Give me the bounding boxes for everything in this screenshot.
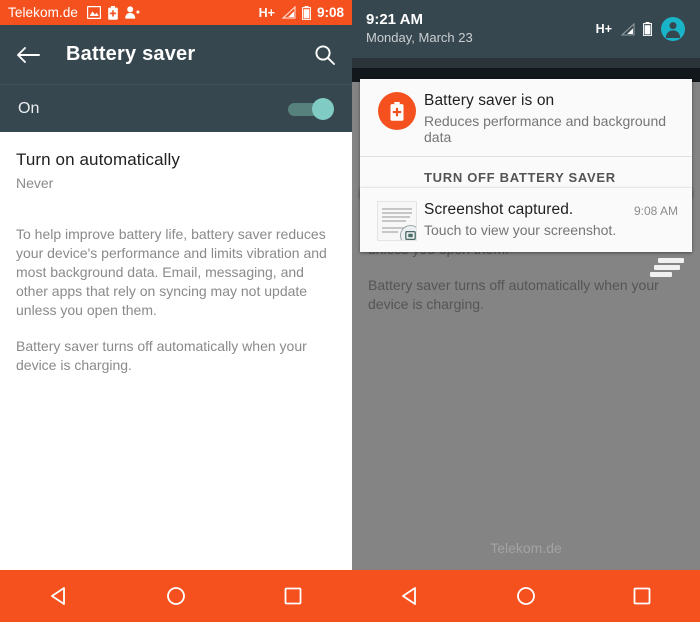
battery-saver-icon: [108, 5, 118, 20]
battery-saver-switch-row[interactable]: On: [0, 84, 352, 132]
nav-recents-icon[interactable]: [269, 572, 317, 620]
navigation-bar: [352, 570, 700, 622]
nav-home-icon[interactable]: [502, 572, 550, 620]
notification-body[interactable]: Screenshot captured. Touch to view your …: [360, 188, 692, 252]
clock-label: 9:08: [316, 5, 344, 20]
left-phone-panel: Telekom.de H+ 9:08 Battery saver On Turn…: [0, 0, 352, 622]
navigation-bar: [0, 570, 352, 622]
preference-title: Turn on automatically: [16, 150, 180, 169]
preference-value: Never: [16, 175, 54, 191]
battery-icon: [301, 5, 311, 20]
status-bar: Telekom.de H+ 9:08: [0, 0, 352, 25]
notification-body[interactable]: Battery saver is on Reduces performance …: [360, 79, 692, 156]
settings-content: Turn on automatically Never To help impr…: [0, 132, 352, 570]
notification-subtitle: Reduces performance and background data: [424, 113, 667, 145]
screenshot-root: Telekom.de H+ 9:08 Battery saver On Turn…: [0, 0, 700, 622]
shade-clock: 9:21 AM Monday, March 23: [366, 11, 473, 48]
nav-back-icon[interactable]: [386, 572, 434, 620]
screenshot-thumbnail: [377, 201, 417, 241]
thumbnail-line: [382, 216, 410, 218]
nav-back-icon[interactable]: [35, 572, 83, 620]
network-type-label: H+: [258, 5, 275, 20]
notification-title: Battery saver is on: [424, 92, 555, 109]
screenshot-icon: [87, 6, 102, 19]
battery-saver-icon: [378, 92, 416, 130]
nav-recents-icon[interactable]: [618, 572, 666, 620]
turn-on-automatically-row[interactable]: Turn on automatically Never: [0, 132, 352, 191]
page-title: Battery saver: [66, 43, 196, 65]
notification-shade-header: 9:21 AM Monday, March 23 H+: [352, 0, 700, 58]
signal-bars-icon: [620, 22, 635, 36]
nav-home-icon[interactable]: [152, 572, 200, 620]
screenshot-badge-icon: [400, 225, 416, 240]
clear-all-bar: [658, 258, 684, 263]
clear-all-bar: [654, 265, 680, 270]
notification-icon-wrap: [374, 92, 420, 145]
description-paragraph-2: Battery saver turns off automatically wh…: [16, 338, 307, 373]
shade-date-label: Monday, March 23: [366, 30, 473, 45]
back-arrow-icon[interactable]: [16, 45, 40, 65]
clear-all-notifications-icon[interactable]: [650, 258, 684, 280]
shade-header-divider: [352, 58, 700, 68]
notification-text: Screenshot captured. Touch to view your …: [420, 201, 626, 241]
status-bar-notification-icons: [87, 5, 140, 20]
toggle-thumb: [312, 97, 334, 120]
thumbnail-line: [382, 220, 406, 222]
shade-time-label: 9:21 AM: [366, 10, 423, 28]
shade-network-type-label: H+: [595, 22, 612, 36]
thumbnail-line: [382, 231, 398, 233]
description-paragraph-1: To help improve battery life, battery sa…: [16, 226, 327, 318]
thumbnail-line: [382, 212, 412, 214]
add-contact-icon: [125, 6, 140, 19]
signal-bars-icon: [281, 6, 296, 19]
app-bar: Battery saver: [0, 25, 352, 84]
thumbnail-line: [382, 208, 412, 210]
right-phone-panel: Turn on automatically Never To help impr…: [352, 0, 700, 622]
battery-icon: [643, 22, 652, 36]
notification-battery-saver[interactable]: Battery saver is on Reduces performance …: [360, 79, 692, 198]
switch-state-label: On: [18, 99, 40, 117]
search-icon[interactable]: [314, 44, 336, 66]
notification-icon-wrap: [374, 201, 420, 241]
shade-carrier-label: Telekom.de: [490, 540, 562, 556]
notification-title: Screenshot captured.: [424, 201, 574, 218]
notification-text: Battery saver is on Reduces performance …: [420, 92, 678, 145]
status-bar-system-icons: H+ 9:08: [259, 5, 344, 20]
clear-all-bar: [650, 272, 672, 277]
shade-system-icons: H+: [596, 16, 686, 42]
battery-saver-toggle[interactable]: [288, 97, 334, 120]
notification-subtitle: Touch to view your screenshot.: [424, 222, 617, 238]
user-avatar-icon[interactable]: [660, 16, 686, 42]
notification-screenshot[interactable]: Screenshot captured. Touch to view your …: [360, 188, 692, 252]
carrier-label: Telekom.de: [8, 5, 79, 20]
description-text: To help improve battery life, battery sa…: [0, 225, 352, 375]
notification-timestamp: 9:08 AM: [633, 204, 678, 218]
